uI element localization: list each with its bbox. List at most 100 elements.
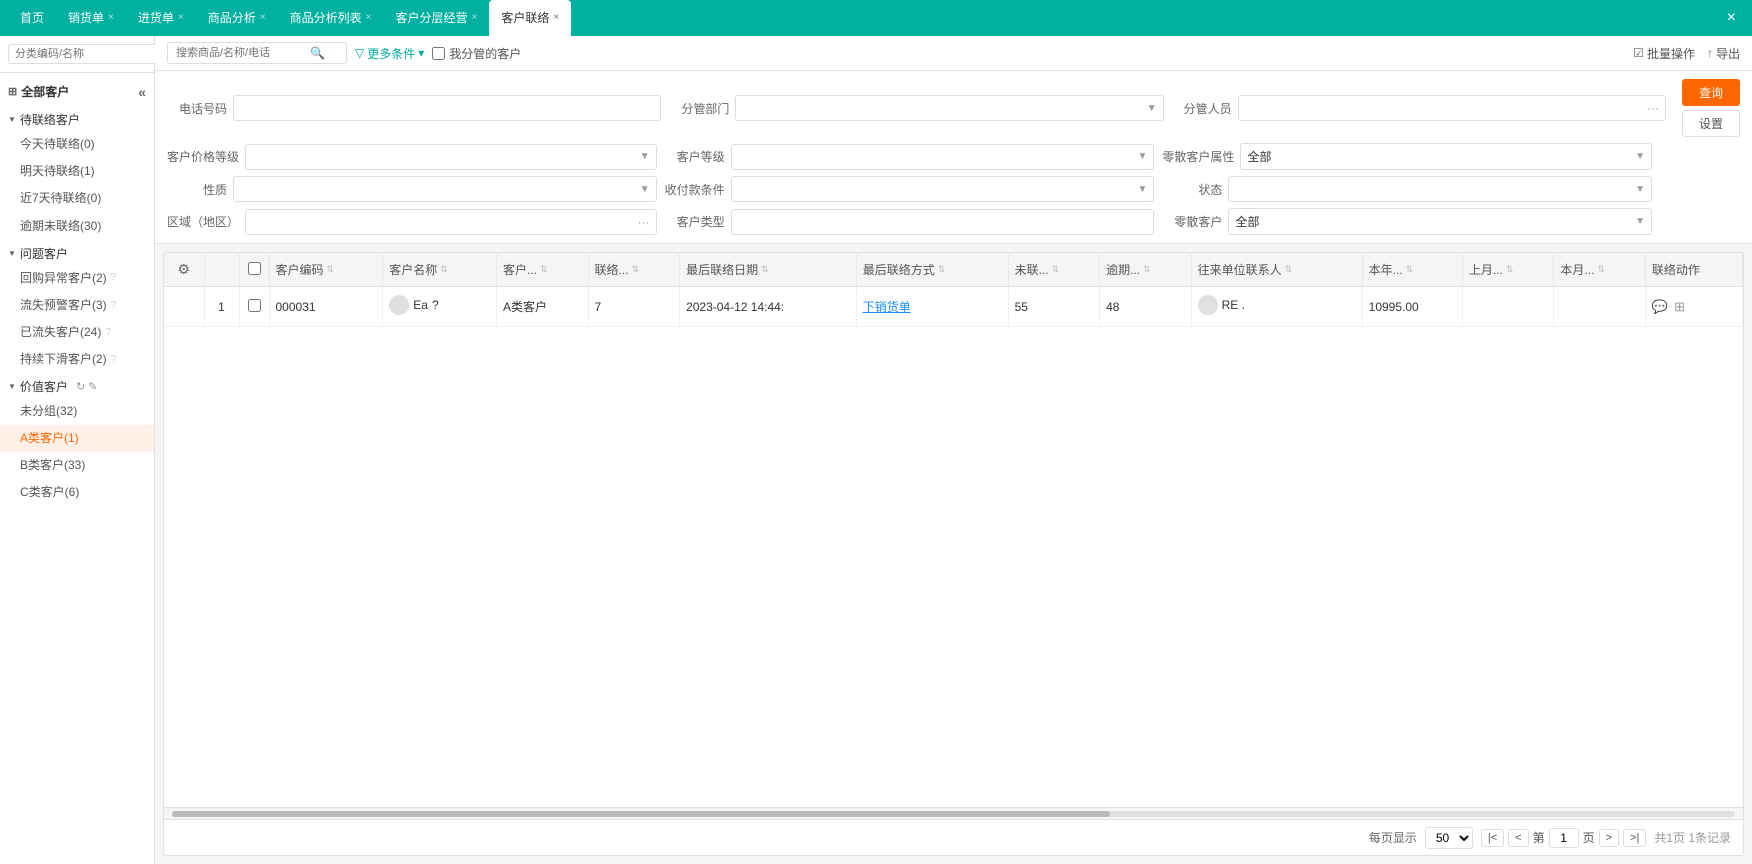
scrollbar-track[interactable] <box>172 811 1735 817</box>
sidebar-item-today-pending[interactable]: 今天待联络(0) <box>0 131 154 158</box>
sidebar-collapse-icon[interactable]: « <box>138 84 146 100</box>
section-problem-customers[interactable]: ▼ 问题客户 <box>0 240 154 265</box>
horizontal-scrollbar[interactable] <box>164 807 1743 819</box>
section-pending-contact[interactable]: ▼ 待联络客户 <box>0 106 154 131</box>
more-filter-button[interactable]: ▽ 更多条件 ▾ <box>355 45 424 62</box>
row-select-checkbox[interactable] <box>248 299 261 312</box>
sidebar-item-class-a[interactable]: A类客户(1) <box>0 425 154 452</box>
sidebar-item-churned[interactable]: 已流失客户(24) ? <box>0 319 154 346</box>
sidebar-item-declining[interactable]: 持续下滑客户(2) ? <box>0 346 154 373</box>
all-customers-label: 全部客户 <box>21 83 69 100</box>
region-select[interactable]: ··· <box>245 209 657 235</box>
nav-sales[interactable]: 销货单 × <box>56 0 126 36</box>
col-overdue[interactable]: 逾期... ⇅ <box>1100 253 1192 287</box>
filter-search-icon[interactable]: 🔍 <box>310 46 325 60</box>
sidebar-item-7day-pending[interactable]: 近7天待联络(0) <box>0 185 154 212</box>
query-button[interactable]: 查询 <box>1682 79 1740 106</box>
customer-type-select[interactable] <box>731 209 1155 235</box>
phone-input[interactable] <box>233 95 661 121</box>
prev-page-button[interactable]: < <box>1508 829 1528 847</box>
scrollbar-thumb[interactable] <box>172 811 1110 817</box>
col-type[interactable]: 客户... ⇅ <box>497 253 589 287</box>
next-page-button[interactable]: > <box>1599 829 1619 847</box>
filter-search-input[interactable] <box>176 47 306 59</box>
sidebar-item-unclassified[interactable]: 未分组(32) <box>0 398 154 425</box>
sort-contact-icon: ⇅ <box>632 264 640 275</box>
question-icon-3: ? <box>111 352 117 368</box>
cust-level-chevron: ▼ <box>1137 151 1147 162</box>
close-product-analysis-tab[interactable]: × <box>260 0 266 36</box>
close-contact-tab[interactable]: × <box>553 0 559 36</box>
table-gear-column[interactable]: ⚙ <box>164 253 204 287</box>
value-edit-icon[interactable]: ✎ <box>88 380 97 393</box>
filter-cell-sparse-customer: 零散客户 全部 ▼ <box>1162 208 1660 235</box>
close-sales-tab[interactable]: × <box>108 0 114 36</box>
row-num: 1 <box>204 287 239 327</box>
col-contact-person[interactable]: 往来单位联系人 ⇅ <box>1191 253 1362 287</box>
sparse-customer-select[interactable]: 全部 ▼ <box>1228 208 1652 235</box>
col-last-date[interactable]: 最后联络日期 ⇅ <box>680 253 857 287</box>
select-all-checkbox[interactable] <box>248 262 261 275</box>
status-select[interactable]: ▼ <box>1228 176 1652 202</box>
manager-select[interactable]: ··· <box>1238 95 1666 121</box>
batch-op-button[interactable]: ☑ 批量操作 <box>1633 45 1695 62</box>
last-page-button[interactable]: >| <box>1623 829 1646 847</box>
sidebar-item-repurchase-abnormal[interactable]: 回购异常客户(2) ? <box>0 265 154 292</box>
customer-level-select[interactable]: ▼ <box>731 144 1155 170</box>
value-refresh-icon[interactable]: ↻ <box>76 380 85 393</box>
section-value-customers[interactable]: ▼ 价值客户 ↻ ✎ <box>0 374 154 398</box>
window-close-button[interactable]: × <box>1719 9 1744 27</box>
nav-customer-contact[interactable]: 客户联络 × <box>489 0 571 36</box>
col-contact[interactable]: 联络... ⇅ <box>588 253 680 287</box>
nav-customer-segment[interactable]: 客户分层经营 × <box>383 0 489 36</box>
col-last-method[interactable]: 最后联络方式 ⇅ <box>856 253 1008 287</box>
sidebar-item-tomorrow-pending[interactable]: 明天待联络(1) <box>0 158 154 185</box>
sidebar-item-churn-warning[interactable]: 流失预警客户(3) ? <box>0 292 154 319</box>
nav-product-analysis[interactable]: 商品分析 × <box>196 0 278 36</box>
nature-select[interactable]: ▼ <box>233 176 657 202</box>
sidebar-all-customers[interactable]: ⊞ 全部客户 « <box>0 77 154 106</box>
col-no-contact-label: 未联... <box>1015 261 1049 278</box>
col-last-date-label: 最后联络日期 <box>686 261 758 278</box>
payment-select[interactable]: ▼ <box>731 176 1155 202</box>
price-level-label: 客户价格等级 <box>167 148 239 165</box>
col-code[interactable]: 客户编码 ⇅ <box>269 253 383 287</box>
sidebar-item-overdue-contact[interactable]: 逾期未联络(30) <box>0 213 154 240</box>
col-this-month[interactable]: 本月... ⇅ <box>1554 253 1646 287</box>
row-name[interactable]: Ea? <box>383 287 497 327</box>
close-product-list-tab[interactable]: × <box>366 0 372 36</box>
dept-select[interactable]: ▼ <box>735 95 1163 121</box>
sparse-attr-select[interactable]: 全部 ▼ <box>1240 143 1652 170</box>
table-settings-icon[interactable]: ⚙ <box>177 261 190 277</box>
sidebar-item-class-b[interactable]: B类客户(33) <box>0 452 154 479</box>
col-last-month[interactable]: 上月... ⇅ <box>1462 253 1554 287</box>
nav-product-analysis-list[interactable]: 商品分析列表 × <box>278 0 384 36</box>
table-header-row: ⚙ 客户编码 ⇅ <box>164 253 1743 287</box>
sidebar-item-class-c[interactable]: C类客户(6) <box>0 479 154 506</box>
row-checkbox[interactable] <box>239 287 269 327</box>
table-checkbox-column[interactable] <box>239 253 269 287</box>
close-purchase-tab[interactable]: × <box>178 0 184 36</box>
table-scroll-area[interactable]: ⚙ 客户编码 ⇅ <box>164 253 1743 807</box>
price-level-select[interactable]: ▼ <box>245 144 657 170</box>
first-page-button[interactable]: |< <box>1481 829 1504 847</box>
customer-level-label: 客户等级 <box>665 148 725 165</box>
filter-cell-phone: 电话号码 <box>167 95 669 121</box>
table-body: 1 000031 <box>164 287 1743 327</box>
col-no-contact[interactable]: 未联... ⇅ <box>1008 253 1100 287</box>
row-link-icon[interactable]: ⊞ <box>1674 299 1685 315</box>
my-customers-checkbox[interactable] <box>432 47 445 60</box>
col-name[interactable]: 客户名称 ⇅ <box>383 253 497 287</box>
nav-home[interactable]: 首页 <box>8 0 56 36</box>
page-number-input[interactable] <box>1549 828 1579 848</box>
sidebar-search-input[interactable] <box>8 44 164 64</box>
page-size-select[interactable]: 50 <box>1425 827 1473 849</box>
last-contact-method-link[interactable]: 下销货单 <box>863 300 911 314</box>
col-name-label: 客户名称 <box>389 261 437 278</box>
col-this-year[interactable]: 本年... ⇅ <box>1362 253 1462 287</box>
nav-purchase[interactable]: 进货单 × <box>126 0 196 36</box>
export-button[interactable]: ↑ 导出 <box>1707 45 1740 62</box>
setting-button[interactable]: 设置 <box>1682 110 1740 137</box>
row-chat-icon[interactable]: 💬 <box>1652 299 1668 315</box>
close-segment-tab[interactable]: × <box>471 0 477 36</box>
